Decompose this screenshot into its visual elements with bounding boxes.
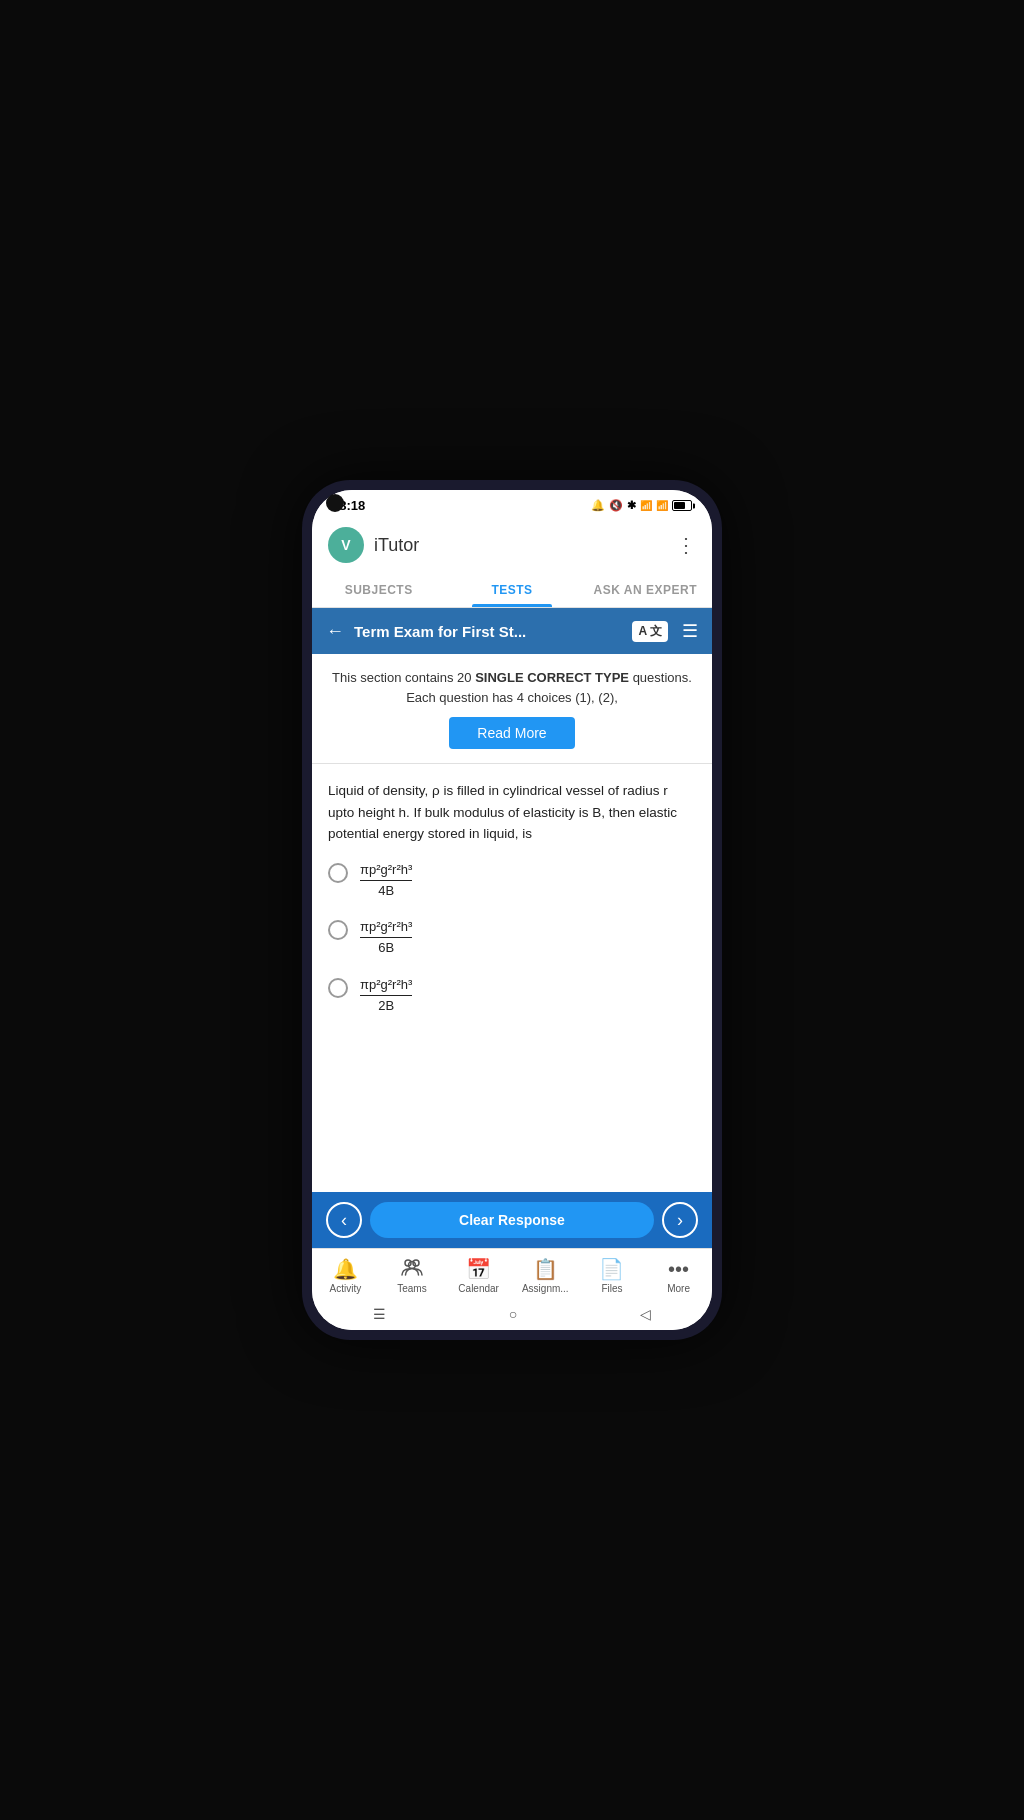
- app-header: V iTutor ⋮: [312, 517, 712, 573]
- battery-icon: [672, 500, 692, 511]
- read-more-button[interactable]: Read More: [449, 717, 574, 749]
- assignments-icon: 📋: [533, 1257, 558, 1281]
- option-a[interactable]: πp²g²r²h³ 4B: [328, 861, 696, 900]
- info-text: This section contains 20 SINGLE CORRECT …: [328, 668, 696, 707]
- prev-icon: ‹: [341, 1210, 347, 1231]
- info-box: This section contains 20 SINGLE CORRECT …: [312, 654, 712, 764]
- option-a-formula: πp²g²r²h³ 4B: [360, 861, 412, 900]
- info-text-bold: SINGLE CORRECT TYPE: [475, 670, 629, 685]
- teams-icon: [401, 1258, 423, 1281]
- mute-icon: 🔇: [609, 499, 623, 512]
- question-text: Liquid of density, ρ is filled in cylind…: [328, 780, 696, 845]
- exam-title: Term Exam for First St...: [354, 623, 622, 640]
- status-icons: 🔔 🔇 ✱ 📶 📶: [591, 499, 692, 512]
- android-home-btn[interactable]: ○: [509, 1306, 517, 1322]
- option-c-formula: πp²g²r²h³ 2B: [360, 976, 412, 1015]
- activity-icon: 🔔: [333, 1257, 358, 1281]
- option-b[interactable]: πp²g²r²h³ 6B: [328, 918, 696, 957]
- clear-response-button[interactable]: Clear Response: [370, 1202, 654, 1238]
- option-b-formula: πp²g²r²h³ 6B: [360, 918, 412, 957]
- next-icon: ›: [677, 1210, 683, 1231]
- option-a-radio[interactable]: [328, 863, 348, 883]
- assignments-label: Assignm...: [522, 1283, 569, 1294]
- tab-ask-expert-label: ASK AN EXPERT: [594, 583, 697, 597]
- avatar: V: [328, 527, 364, 563]
- prev-question-button[interactable]: ‹: [326, 1202, 362, 1238]
- android-nav: ☰ ○ ◁: [312, 1300, 712, 1330]
- bottom-nav: 🔔 Activity Teams 📅 C: [312, 1248, 712, 1300]
- teams-label: Teams: [397, 1283, 426, 1294]
- question-area: Liquid of density, ρ is filled in cylind…: [312, 764, 712, 1192]
- nav-more[interactable]: ••• More: [654, 1258, 704, 1294]
- phone-frame: 18:18 🔔 🔇 ✱ 📶 📶 V iTutor ⋮ SUBJECTS: [302, 480, 722, 1340]
- nav-activity[interactable]: 🔔 Activity: [320, 1257, 370, 1294]
- camera-notch: [326, 494, 344, 512]
- option-c[interactable]: πp²g²r²h³ 2B: [328, 976, 696, 1015]
- more-label: More: [667, 1283, 690, 1294]
- tab-tests[interactable]: TESTS: [445, 573, 578, 607]
- option-b-radio[interactable]: [328, 920, 348, 940]
- question-nav-bar: ‹ Clear Response ›: [312, 1192, 712, 1248]
- info-text-part1: This section contains 20: [332, 670, 475, 685]
- status-bar: 18:18 🔔 🔇 ✱ 📶 📶: [312, 490, 712, 517]
- phone-screen: 18:18 🔔 🔇 ✱ 📶 📶 V iTutor ⋮ SUBJECTS: [312, 490, 712, 1330]
- nav-assignments[interactable]: 📋 Assignm...: [520, 1257, 570, 1294]
- nav-teams[interactable]: Teams: [387, 1258, 437, 1294]
- options-list: πp²g²r²h³ 4B πp²g²r²h³ 6B: [328, 861, 696, 1015]
- signal-icon: 📶: [640, 500, 652, 511]
- files-icon: 📄: [599, 1257, 624, 1281]
- activity-label: Activity: [329, 1283, 361, 1294]
- alarm-icon: 🔔: [591, 499, 605, 512]
- back-button[interactable]: ←: [326, 621, 344, 642]
- tab-tests-label: TESTS: [491, 583, 532, 597]
- tab-ask-expert[interactable]: ASK AN EXPERT: [579, 573, 712, 607]
- tab-bar: SUBJECTS TESTS ASK AN EXPERT: [312, 573, 712, 608]
- android-back-btn[interactable]: ◁: [640, 1306, 651, 1322]
- language-badge[interactable]: A 文: [632, 621, 668, 642]
- tab-subjects-label: SUBJECTS: [345, 583, 413, 597]
- more-icon: •••: [668, 1258, 689, 1281]
- calendar-label: Calendar: [458, 1283, 499, 1294]
- tab-subjects[interactable]: SUBJECTS: [312, 573, 445, 607]
- next-question-button[interactable]: ›: [662, 1202, 698, 1238]
- calendar-icon: 📅: [466, 1257, 491, 1281]
- android-menu-btn[interactable]: ☰: [373, 1306, 386, 1322]
- more-menu-icon[interactable]: ⋮: [676, 533, 696, 557]
- files-label: Files: [601, 1283, 622, 1294]
- bluetooth-icon: ✱: [627, 499, 636, 512]
- nav-calendar[interactable]: 📅 Calendar: [454, 1257, 504, 1294]
- wifi-icon: 📶: [656, 500, 668, 511]
- option-c-radio[interactable]: [328, 978, 348, 998]
- app-title: iTutor: [374, 535, 666, 556]
- exam-header: ← Term Exam for First St... A 文 ☰: [312, 608, 712, 654]
- exam-menu-icon[interactable]: ☰: [682, 620, 698, 642]
- nav-files[interactable]: 📄 Files: [587, 1257, 637, 1294]
